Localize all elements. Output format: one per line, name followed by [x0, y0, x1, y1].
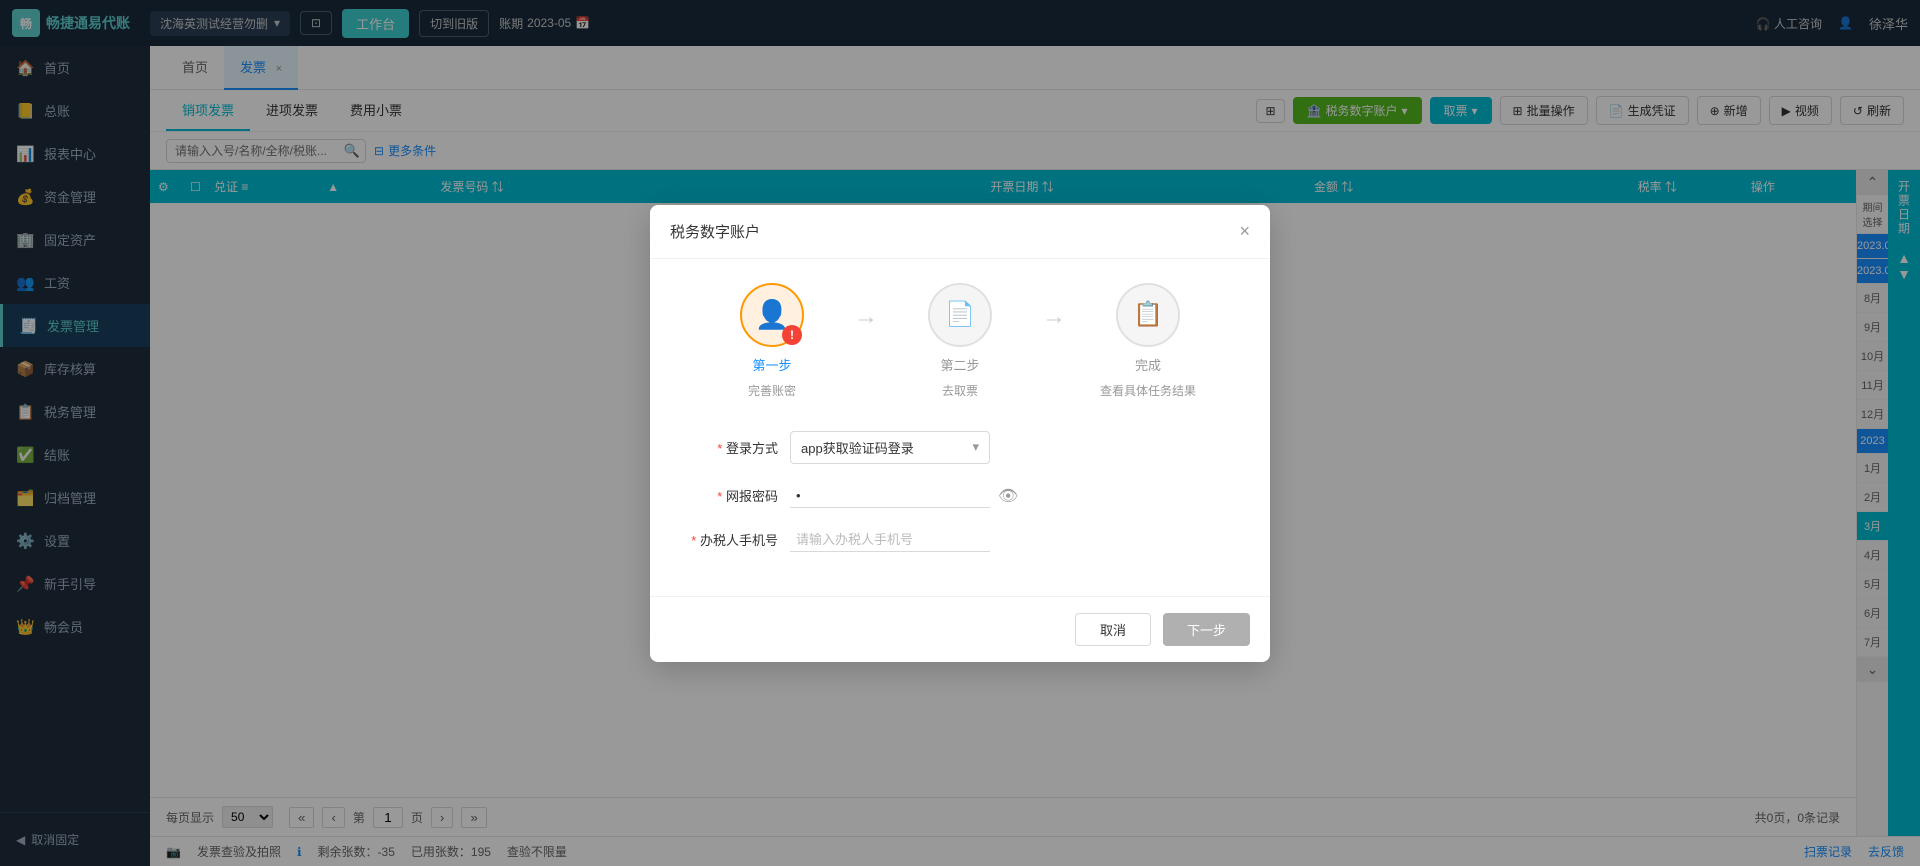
- password-control: 👁: [790, 484, 1230, 508]
- password-toggle-icon[interactable]: 👁: [998, 486, 1018, 506]
- step-1-error-badge: !: [782, 325, 802, 345]
- form-row-login-method: * 登录方式 app获取验证码登录 ▾: [690, 431, 1230, 464]
- phone-input[interactable]: [790, 528, 990, 552]
- modal-close-button[interactable]: ×: [1239, 221, 1250, 242]
- step-complete-desc: 查看具体任务结果: [1100, 382, 1196, 399]
- step-2-desc: 去取票: [942, 382, 978, 399]
- chevron-down-icon: ▾: [972, 439, 979, 455]
- modal-footer: 取消 下一步: [650, 596, 1270, 662]
- login-method-label: * 登录方式: [690, 438, 790, 457]
- phone-label: * 办税人手机号: [690, 530, 790, 549]
- step-2-icon: 📄: [928, 283, 992, 347]
- modal-header: 税务数字账户 ×: [650, 205, 1270, 259]
- step-2-label: 第二步: [940, 355, 979, 374]
- tax-digital-modal: 税务数字账户 × 👤 ! 第一步 完善账密 → 📄: [650, 205, 1270, 662]
- step-2: 📄 第二步 去取票: [878, 283, 1042, 399]
- cancel-button[interactable]: 取消: [1075, 613, 1151, 646]
- form-row-phone: * 办税人手机号: [690, 528, 1230, 552]
- step-1-label: 第一步: [752, 355, 791, 374]
- next-button[interactable]: 下一步: [1163, 613, 1250, 646]
- login-method-control: app获取验证码登录 ▾: [790, 431, 1230, 464]
- phone-control: [790, 528, 1230, 552]
- steps-indicator: 👤 ! 第一步 完善账密 → 📄 第二步 去取票 →: [690, 283, 1230, 399]
- step-complete: 📋 完成 查看具体任务结果: [1066, 283, 1230, 399]
- step-arrow-1: →: [854, 283, 878, 331]
- password-input[interactable]: [790, 484, 990, 508]
- modal-body: 👤 ! 第一步 完善账密 → 📄 第二步 去取票 →: [650, 259, 1270, 596]
- modal-title: 税务数字账户: [670, 221, 760, 242]
- modal-overlay: 税务数字账户 × 👤 ! 第一步 完善账密 → 📄: [0, 0, 1920, 866]
- form-row-password: * 网报密码 👁: [690, 484, 1230, 508]
- login-method-select[interactable]: app获取验证码登录 ▾: [790, 431, 990, 464]
- step-1-icon: 👤 !: [740, 283, 804, 347]
- step-complete-label: 完成: [1135, 355, 1161, 374]
- step-1-desc: 完善账密: [748, 382, 796, 399]
- step-complete-icon: 📋: [1116, 283, 1180, 347]
- step-arrow-2: →: [1042, 283, 1066, 331]
- step-1: 👤 ! 第一步 完善账密: [690, 283, 854, 399]
- password-label: * 网报密码: [690, 486, 790, 505]
